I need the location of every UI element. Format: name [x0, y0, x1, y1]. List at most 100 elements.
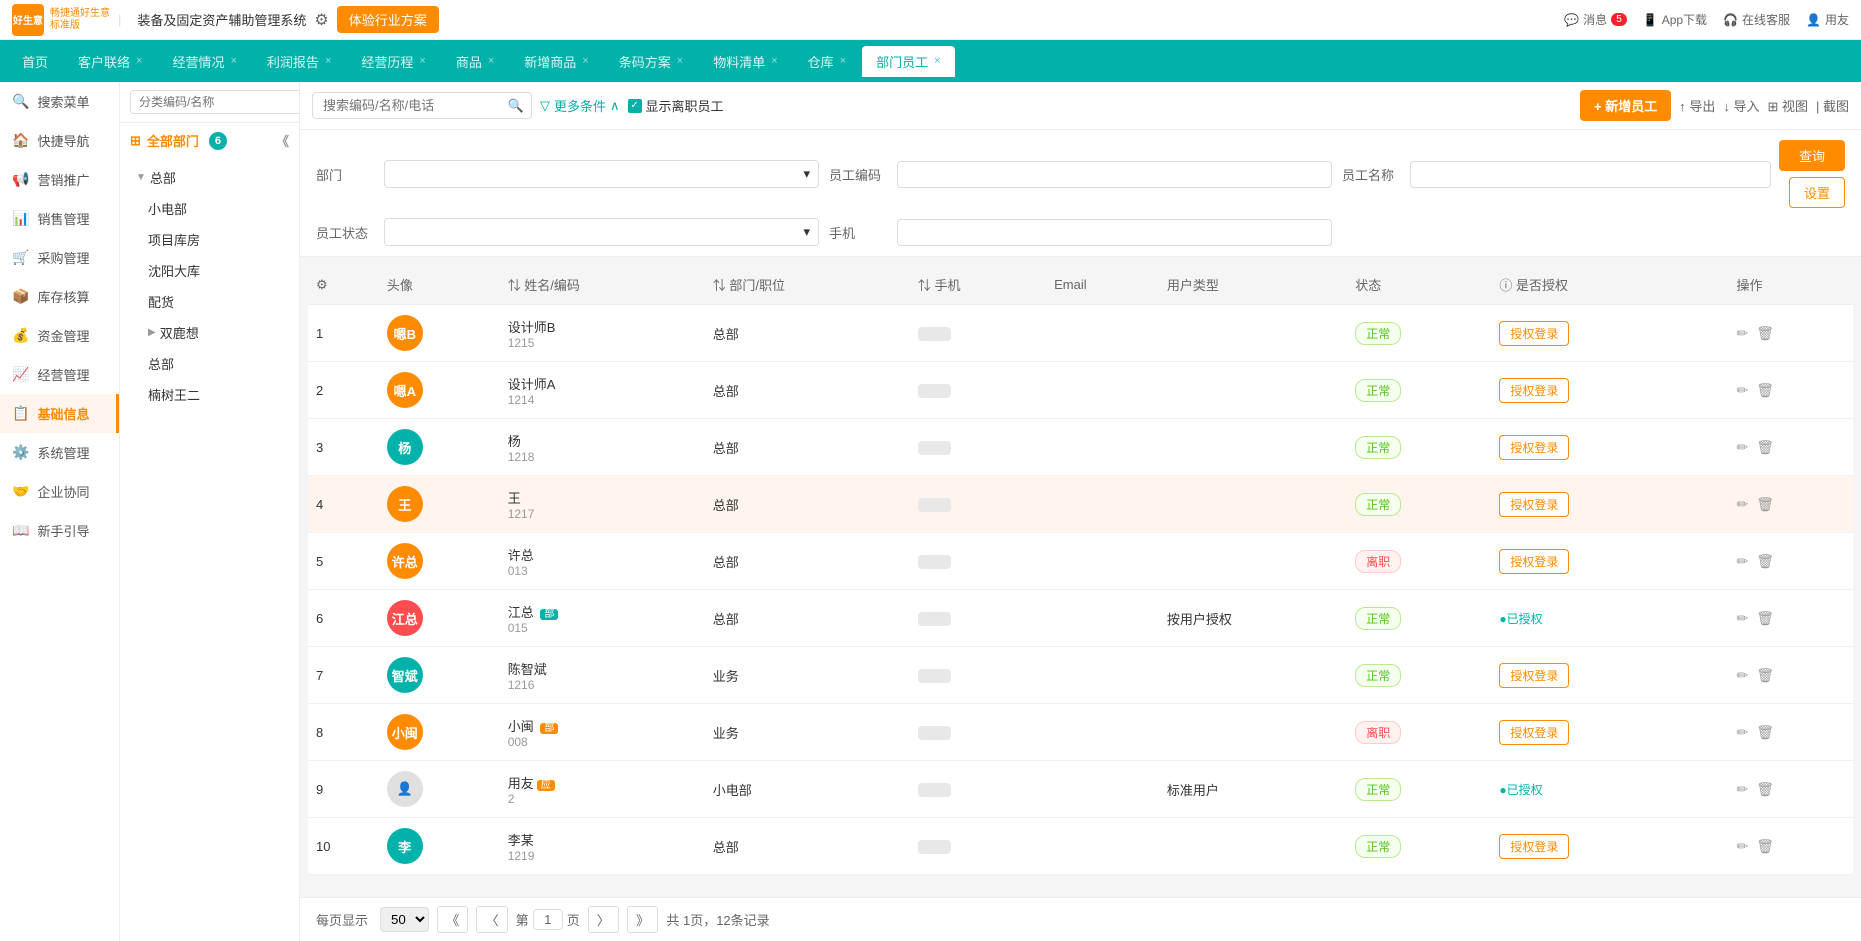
sidebar-item-guide[interactable]: 📖 新手引导	[0, 511, 119, 550]
close-icon[interactable]: ×	[771, 55, 777, 67]
next-page-button[interactable]: 〉	[588, 906, 619, 933]
sidebar-item-inventory[interactable]: 📦 库存核算	[0, 277, 119, 316]
phone-input[interactable]	[897, 219, 1332, 246]
first-page-button[interactable]: 《	[437, 906, 468, 933]
settings-button[interactable]: ⚙	[314, 10, 328, 30]
edit-icon[interactable]: ✏	[1737, 667, 1749, 684]
sidebar-item-basic[interactable]: 📋 基础信息	[0, 394, 119, 433]
col-name[interactable]: ⇅ 姓名/编码	[500, 265, 705, 305]
close-icon[interactable]: ×	[136, 55, 142, 67]
tab-goods[interactable]: 商品 ×	[442, 46, 508, 77]
app-download-btn[interactable]: 📱 App下载	[1643, 11, 1707, 28]
delete-icon[interactable]: 🗑	[1756, 610, 1774, 627]
emp-name-input[interactable]	[1410, 161, 1771, 188]
delete-icon[interactable]: 🗑	[1756, 553, 1774, 570]
tab-add-goods[interactable]: 新增商品 ×	[510, 46, 602, 77]
user-menu[interactable]: 👤 用友	[1806, 11, 1849, 28]
query-button[interactable]: 查询	[1779, 140, 1845, 171]
sidebar-item-sales[interactable]: 📊 销售管理	[0, 199, 119, 238]
tab-profit[interactable]: 利润报告 ×	[253, 46, 345, 77]
sidebar-item-search[interactable]: 🔍 搜索菜单	[0, 82, 119, 121]
auth-button[interactable]: 授权登录	[1499, 321, 1569, 346]
dept-all-button[interactable]: ⊞ 全部部门 6 《	[120, 123, 299, 158]
close-icon[interactable]: ×	[934, 55, 940, 67]
edit-icon[interactable]: ✏	[1737, 382, 1749, 399]
col-dept[interactable]: ⇅ 部门/职位	[705, 265, 910, 305]
tab-department[interactable]: 部门员工 ×	[862, 46, 954, 77]
dept-node-shuanglu[interactable]: ▶ 双鹿想	[120, 317, 299, 348]
edit-icon[interactable]: ✏	[1737, 838, 1749, 855]
dept-node-xiaodian[interactable]: 小电部	[120, 193, 299, 224]
auth-button[interactable]: 授权登录	[1499, 378, 1569, 403]
tab-home[interactable]: 首页	[8, 46, 62, 77]
delete-icon[interactable]: 🗑	[1756, 325, 1774, 342]
delete-icon[interactable]: 🗑	[1756, 667, 1774, 684]
edit-icon[interactable]: ✏	[1737, 610, 1749, 627]
emp-code-input[interactable]	[897, 161, 1332, 188]
sidebar-item-marketing[interactable]: 📢 营销推广	[0, 160, 119, 199]
search-input[interactable]	[312, 92, 532, 119]
trial-button[interactable]: 体验行业方案	[337, 6, 439, 33]
auth-button[interactable]: 授权登录	[1499, 435, 1569, 460]
tab-customer[interactable]: 客户联络 ×	[64, 46, 156, 77]
view-button[interactable]: ⊞ 视图	[1767, 96, 1808, 115]
sidebar-item-nav[interactable]: 🏠 快捷导航	[0, 121, 119, 160]
col-settings[interactable]: ⚙	[308, 265, 379, 305]
dept-select[interactable]: ▾	[384, 160, 819, 188]
auth-button[interactable]: 授权登录	[1499, 492, 1569, 517]
dept-node-zonbu[interactable]: ▼ 总部	[120, 162, 299, 193]
sidebar-item-operation[interactable]: 📈 经营管理	[0, 355, 119, 394]
message-btn[interactable]: 💬 消息 5	[1564, 11, 1627, 28]
prev-page-button[interactable]: 〈	[476, 906, 507, 933]
dept-search-input[interactable]	[130, 90, 300, 114]
auth-button[interactable]: 授权登录	[1499, 834, 1569, 859]
edit-icon[interactable]: ✏	[1737, 553, 1749, 570]
delete-icon[interactable]: 🗑	[1756, 382, 1774, 399]
delete-icon[interactable]: 🗑	[1756, 781, 1774, 798]
add-employee-button[interactable]: + 新增员工	[1580, 90, 1671, 121]
sidebar-item-purchase[interactable]: 🛒 采购管理	[0, 238, 119, 277]
close-icon[interactable]: ×	[419, 55, 425, 67]
edit-icon[interactable]: ✏	[1737, 781, 1749, 798]
auth-button[interactable]: 授权登录	[1499, 663, 1569, 688]
screenshot-button[interactable]: | 截图	[1816, 96, 1849, 115]
edit-icon[interactable]: ✏	[1737, 496, 1749, 513]
status-select[interactable]: ▾	[384, 218, 819, 246]
last-page-button[interactable]: 》	[627, 906, 658, 933]
edit-icon[interactable]: ✏	[1737, 724, 1749, 741]
sidebar-item-system[interactable]: ⚙️ 系统管理	[0, 433, 119, 472]
reset-button[interactable]: 设置	[1789, 177, 1845, 208]
auth-button[interactable]: 授权登录	[1499, 549, 1569, 574]
sidebar-item-finance[interactable]: 💰 资金管理	[0, 316, 119, 355]
sidebar-item-collab[interactable]: 🤝 企业协同	[0, 472, 119, 511]
dept-node-shenyang[interactable]: 沈阳大库	[120, 255, 299, 286]
import-button[interactable]: ↓ 导入	[1723, 96, 1759, 115]
dept-node-zonbu2[interactable]: 总部	[120, 348, 299, 379]
delete-icon[interactable]: 🗑	[1756, 838, 1774, 855]
collapse-button[interactable]: 《	[276, 131, 289, 150]
tab-barcode[interactable]: 条码方案 ×	[605, 46, 697, 77]
close-icon[interactable]: ×	[840, 55, 846, 67]
delete-icon[interactable]: 🗑	[1756, 724, 1774, 741]
dept-node-peihuo[interactable]: 配货	[120, 286, 299, 317]
dept-node-nanshu[interactable]: 楠树王二	[120, 379, 299, 410]
edit-icon[interactable]: ✏	[1737, 325, 1749, 342]
auth-button[interactable]: 授权登录	[1499, 720, 1569, 745]
page-size-select[interactable]: 50	[380, 907, 429, 932]
tab-bom[interactable]: 物料清单 ×	[699, 46, 791, 77]
close-icon[interactable]: ×	[488, 55, 494, 67]
tab-business[interactable]: 经营情况 ×	[158, 46, 250, 77]
delete-icon[interactable]: 🗑	[1756, 496, 1774, 513]
dept-node-project[interactable]: 项目库房	[120, 224, 299, 255]
col-phone[interactable]: ⇅ 手机	[910, 265, 1046, 305]
more-conditions-button[interactable]: ▽ 更多条件 ∧	[540, 96, 620, 115]
edit-icon[interactable]: ✏	[1737, 439, 1749, 456]
tab-warehouse[interactable]: 仓库 ×	[794, 46, 860, 77]
close-icon[interactable]: ×	[582, 55, 588, 67]
close-icon[interactable]: ×	[325, 55, 331, 67]
online-service-btn[interactable]: 🎧 在线客服	[1723, 11, 1790, 28]
tab-journey[interactable]: 经营历程 ×	[347, 46, 439, 77]
close-icon[interactable]: ×	[677, 55, 683, 67]
show-resigned-toggle[interactable]: ✓ 显示离职员工	[628, 96, 724, 115]
export-button[interactable]: ↑ 导出	[1679, 96, 1715, 115]
